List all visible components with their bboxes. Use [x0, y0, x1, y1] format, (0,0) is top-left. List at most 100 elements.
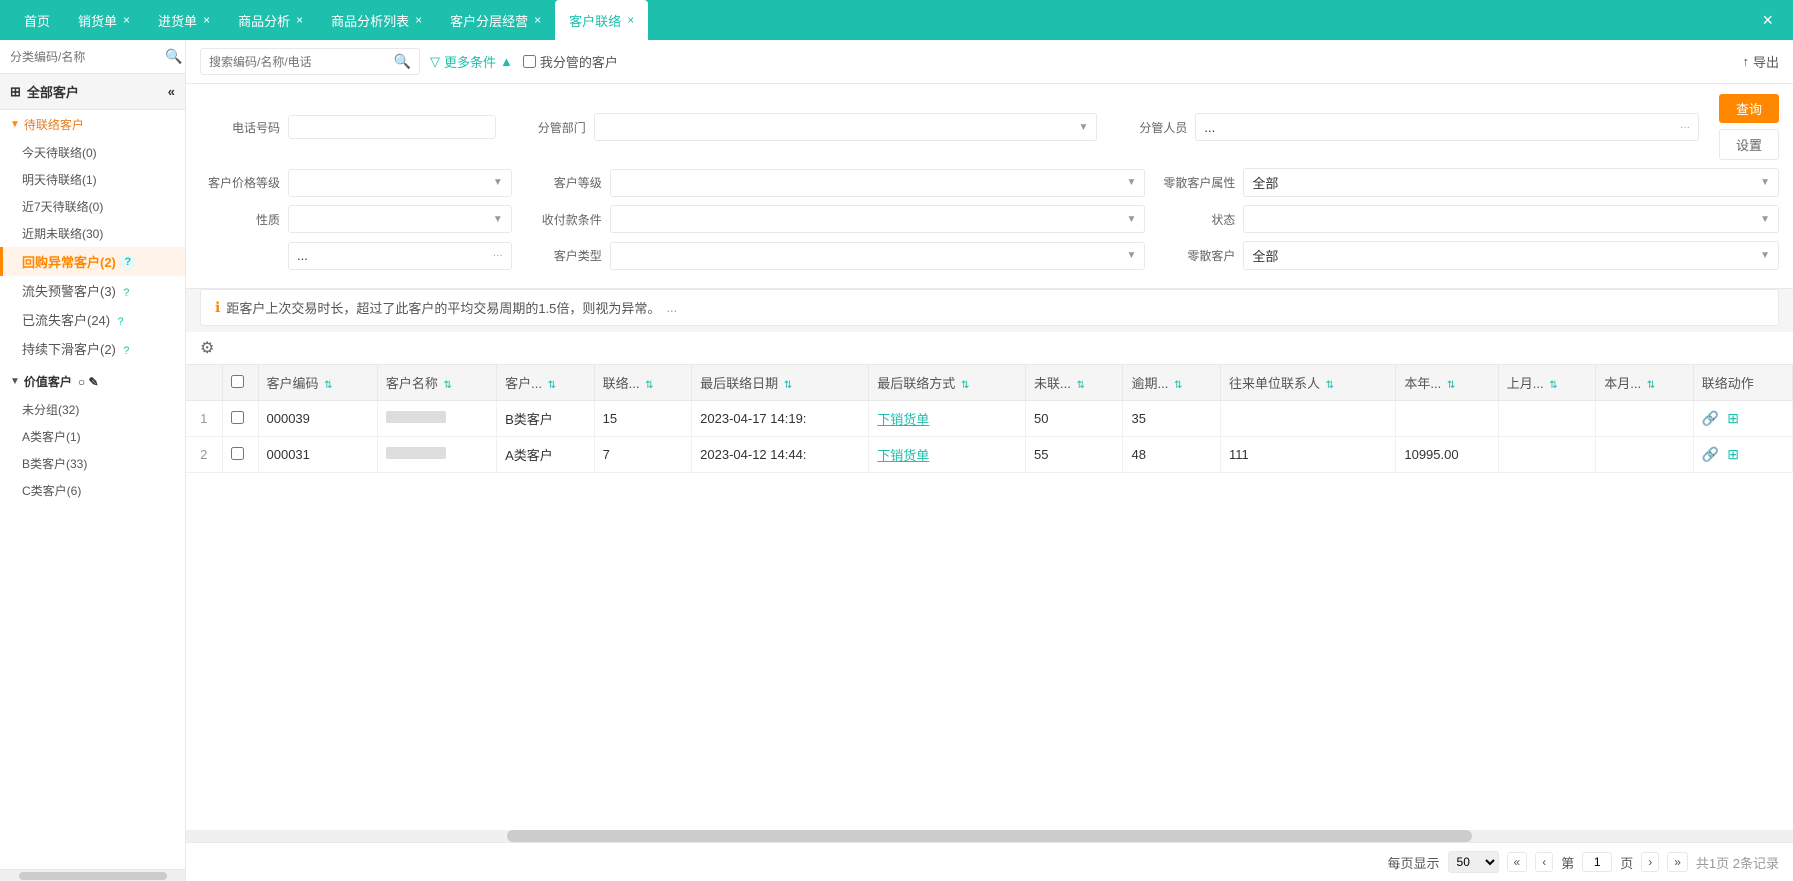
sidebar-item-today-pending[interactable]: 今天待联络(0)	[0, 139, 185, 166]
filter-nature-select[interactable]: ▼	[288, 205, 512, 233]
sidebar-scrollbar[interactable]	[0, 869, 185, 881]
sidebar-item-class-c[interactable]: C类客户(6)	[0, 477, 185, 504]
close-all-tabs-button[interactable]: ×	[1752, 10, 1783, 31]
filter-phone-field: 电话号码	[200, 115, 496, 139]
row1-grid-icon[interactable]: ⊞	[1727, 410, 1739, 427]
sidebar-search-input[interactable]	[10, 50, 165, 64]
filter-department-select[interactable]: ▼	[594, 113, 1098, 141]
sidebar-item-lost-customers[interactable]: 已流失客户(24) ?	[0, 305, 185, 334]
sort-customer-type-icon[interactable]: ⇅	[548, 380, 556, 391]
filter-manager-select[interactable]: ... ···	[1195, 113, 1699, 141]
sort-this-month-icon[interactable]: ⇅	[1647, 380, 1655, 391]
search-filter-input[interactable]	[209, 55, 394, 69]
value-customer-edit-icons[interactable]: ○ ✎	[78, 375, 99, 389]
col-last-contact-method: 最后联络方式 ⇅	[869, 365, 1026, 401]
row2-grid-icon[interactable]: ⊞	[1727, 446, 1739, 463]
select-all-checkbox[interactable]	[231, 375, 244, 388]
sidebar-search-icon[interactable]: 🔍	[165, 48, 182, 65]
filter-extra-select[interactable]: ... ···	[288, 242, 512, 270]
close-customer-contact-icon[interactable]: ×	[627, 13, 634, 27]
sort-last-contact-date-icon[interactable]: ⇅	[784, 380, 792, 391]
filter-price-level-select[interactable]: ▼	[288, 169, 512, 197]
sidebar-item-lost-warning[interactable]: 流失预警客户(3) ?	[0, 276, 185, 305]
prev-page-button[interactable]: ‹	[1535, 852, 1553, 872]
tooltip-more-link[interactable]: ...	[666, 300, 677, 315]
sidebar-item-tomorrow-pending[interactable]: 明天待联络(1)	[0, 166, 185, 193]
horizontal-scrollbar[interactable]	[186, 830, 1793, 842]
sort-company-contacts-icon[interactable]: ⇅	[1326, 380, 1334, 391]
col-company-contacts: 往来单位联系人 ⇅	[1221, 365, 1396, 401]
nav-item-product-analysis-list[interactable]: 商品分析列表 ×	[317, 0, 436, 40]
row2-last-contact-method[interactable]: 下销货单	[869, 437, 1026, 473]
my-customers-filter[interactable]: 我分管的客户	[523, 52, 618, 71]
sort-last-month-icon[interactable]: ⇅	[1549, 380, 1557, 391]
filter-customer-type-select[interactable]: ▼	[610, 242, 1146, 270]
more-conditions-button[interactable]: ▽ 更多条件 ▲	[430, 52, 513, 71]
row2-this-year: 10995.00	[1396, 437, 1498, 473]
row1-this-month	[1596, 401, 1694, 437]
lost-customers-hint-icon: ?	[117, 316, 123, 328]
row2-link-icon[interactable]: 🔗	[1702, 446, 1719, 463]
sort-customer-code-icon[interactable]: ⇅	[324, 380, 332, 391]
sort-last-contact-method-icon[interactable]: ⇅	[961, 380, 969, 391]
filter-retail-attr-select[interactable]: 全部 ▼	[1243, 168, 1779, 197]
advanced-filter-panel: 电话号码 分管部门 ▼ 分管人员 ... ···	[186, 84, 1793, 289]
filter-phone-input[interactable]	[288, 115, 496, 139]
row1-last-month	[1498, 401, 1596, 437]
export-button[interactable]: ↑ 导出	[1742, 52, 1779, 71]
row1-checkbox[interactable]	[231, 411, 244, 424]
close-purchase-order-icon[interactable]: ×	[203, 13, 210, 27]
first-page-button[interactable]: «	[1507, 852, 1528, 872]
query-button[interactable]: 查询	[1719, 94, 1779, 123]
filter-row-1: 电话号码 分管部门 ▼ 分管人员 ... ···	[200, 94, 1779, 160]
main-layout: 🔍 ⊞ 全部客户 « ▼ 待联络客户 今天待联络(0) 明天待联络(1) 近7天…	[0, 40, 1793, 881]
sidebar-item-7day-pending[interactable]: 近7天待联络(0)	[0, 193, 185, 220]
last-page-button[interactable]: »	[1667, 852, 1688, 872]
sidebar-all-customers[interactable]: ⊞ 全部客户 «	[0, 74, 185, 110]
sidebar-collapse-icon[interactable]: «	[168, 84, 175, 99]
sidebar-item-declining-customers[interactable]: 持续下滑客户(2) ?	[0, 334, 185, 363]
value-customer-arrow: ▼	[10, 376, 20, 387]
close-sales-order-icon[interactable]: ×	[123, 13, 130, 27]
page-number-input[interactable]	[1582, 852, 1612, 872]
info-icon: ℹ	[215, 299, 220, 316]
sidebar-item-class-b[interactable]: B类客户(33)	[0, 450, 185, 477]
sidebar-item-ungrouped[interactable]: 未分组(32)	[0, 396, 185, 423]
close-customer-tier-icon[interactable]: ×	[534, 13, 541, 27]
row1-cb	[222, 401, 258, 437]
nav-item-customer-contact[interactable]: 客户联络 ×	[555, 0, 648, 40]
filter-payment-select[interactable]: ▼	[610, 205, 1146, 233]
search-filter-icon[interactable]: 🔍	[394, 53, 411, 70]
nav-item-customer-tier[interactable]: 客户分层经营 ×	[436, 0, 555, 40]
filter-customer-grade-select[interactable]: ▼	[610, 169, 1146, 197]
status-chevron: ▼	[1760, 214, 1770, 225]
row1-link-icon[interactable]: 🔗	[1702, 410, 1719, 427]
sort-overdue-icon[interactable]: ⇅	[1174, 380, 1182, 391]
per-page-select[interactable]: 50 10 20 100	[1448, 851, 1499, 873]
sort-this-year-icon[interactable]: ⇅	[1447, 380, 1455, 391]
my-customers-checkbox[interactable]	[523, 55, 536, 68]
row1-not-contacted: 50	[1025, 401, 1123, 437]
sort-customer-name-icon[interactable]: ⇅	[443, 380, 451, 391]
sidebar-item-class-a[interactable]: A类客户(1)	[0, 423, 185, 450]
nav-item-product-analysis[interactable]: 商品分析 ×	[224, 0, 317, 40]
next-page-button[interactable]: ›	[1641, 852, 1659, 872]
nav-item-sales-order[interactable]: 销货单 ×	[64, 0, 144, 40]
settings-button[interactable]: 设置	[1719, 129, 1779, 160]
sidebar-item-repeat-purchase-anomaly[interactable]: 回购异常客户(2) ?	[0, 247, 185, 276]
sort-not-contacted-icon[interactable]: ⇅	[1076, 380, 1084, 391]
close-product-analysis-list-icon[interactable]: ×	[415, 13, 422, 27]
pending-contact-header[interactable]: ▼ 待联络客户	[0, 110, 185, 139]
nav-item-home[interactable]: 首页	[10, 0, 64, 40]
manager-chevron-icon: ···	[1680, 122, 1690, 133]
sort-contact-icon[interactable]: ⇅	[645, 380, 653, 391]
row1-last-contact-method[interactable]: 下销货单	[869, 401, 1026, 437]
table-settings-icon[interactable]: ⚙	[200, 338, 214, 358]
filter-status-select[interactable]: ▼	[1243, 205, 1779, 233]
sidebar-item-no-contact[interactable]: 近期未联络(30)	[0, 220, 185, 247]
filter-retail-customer-select[interactable]: 全部 ▼	[1243, 241, 1779, 270]
nav-item-purchase-order[interactable]: 进货单 ×	[144, 0, 224, 40]
row2-checkbox[interactable]	[231, 447, 244, 460]
value-customer-header[interactable]: ▼ 价值客户 ○ ✎	[0, 367, 185, 396]
close-product-analysis-icon[interactable]: ×	[296, 13, 303, 27]
